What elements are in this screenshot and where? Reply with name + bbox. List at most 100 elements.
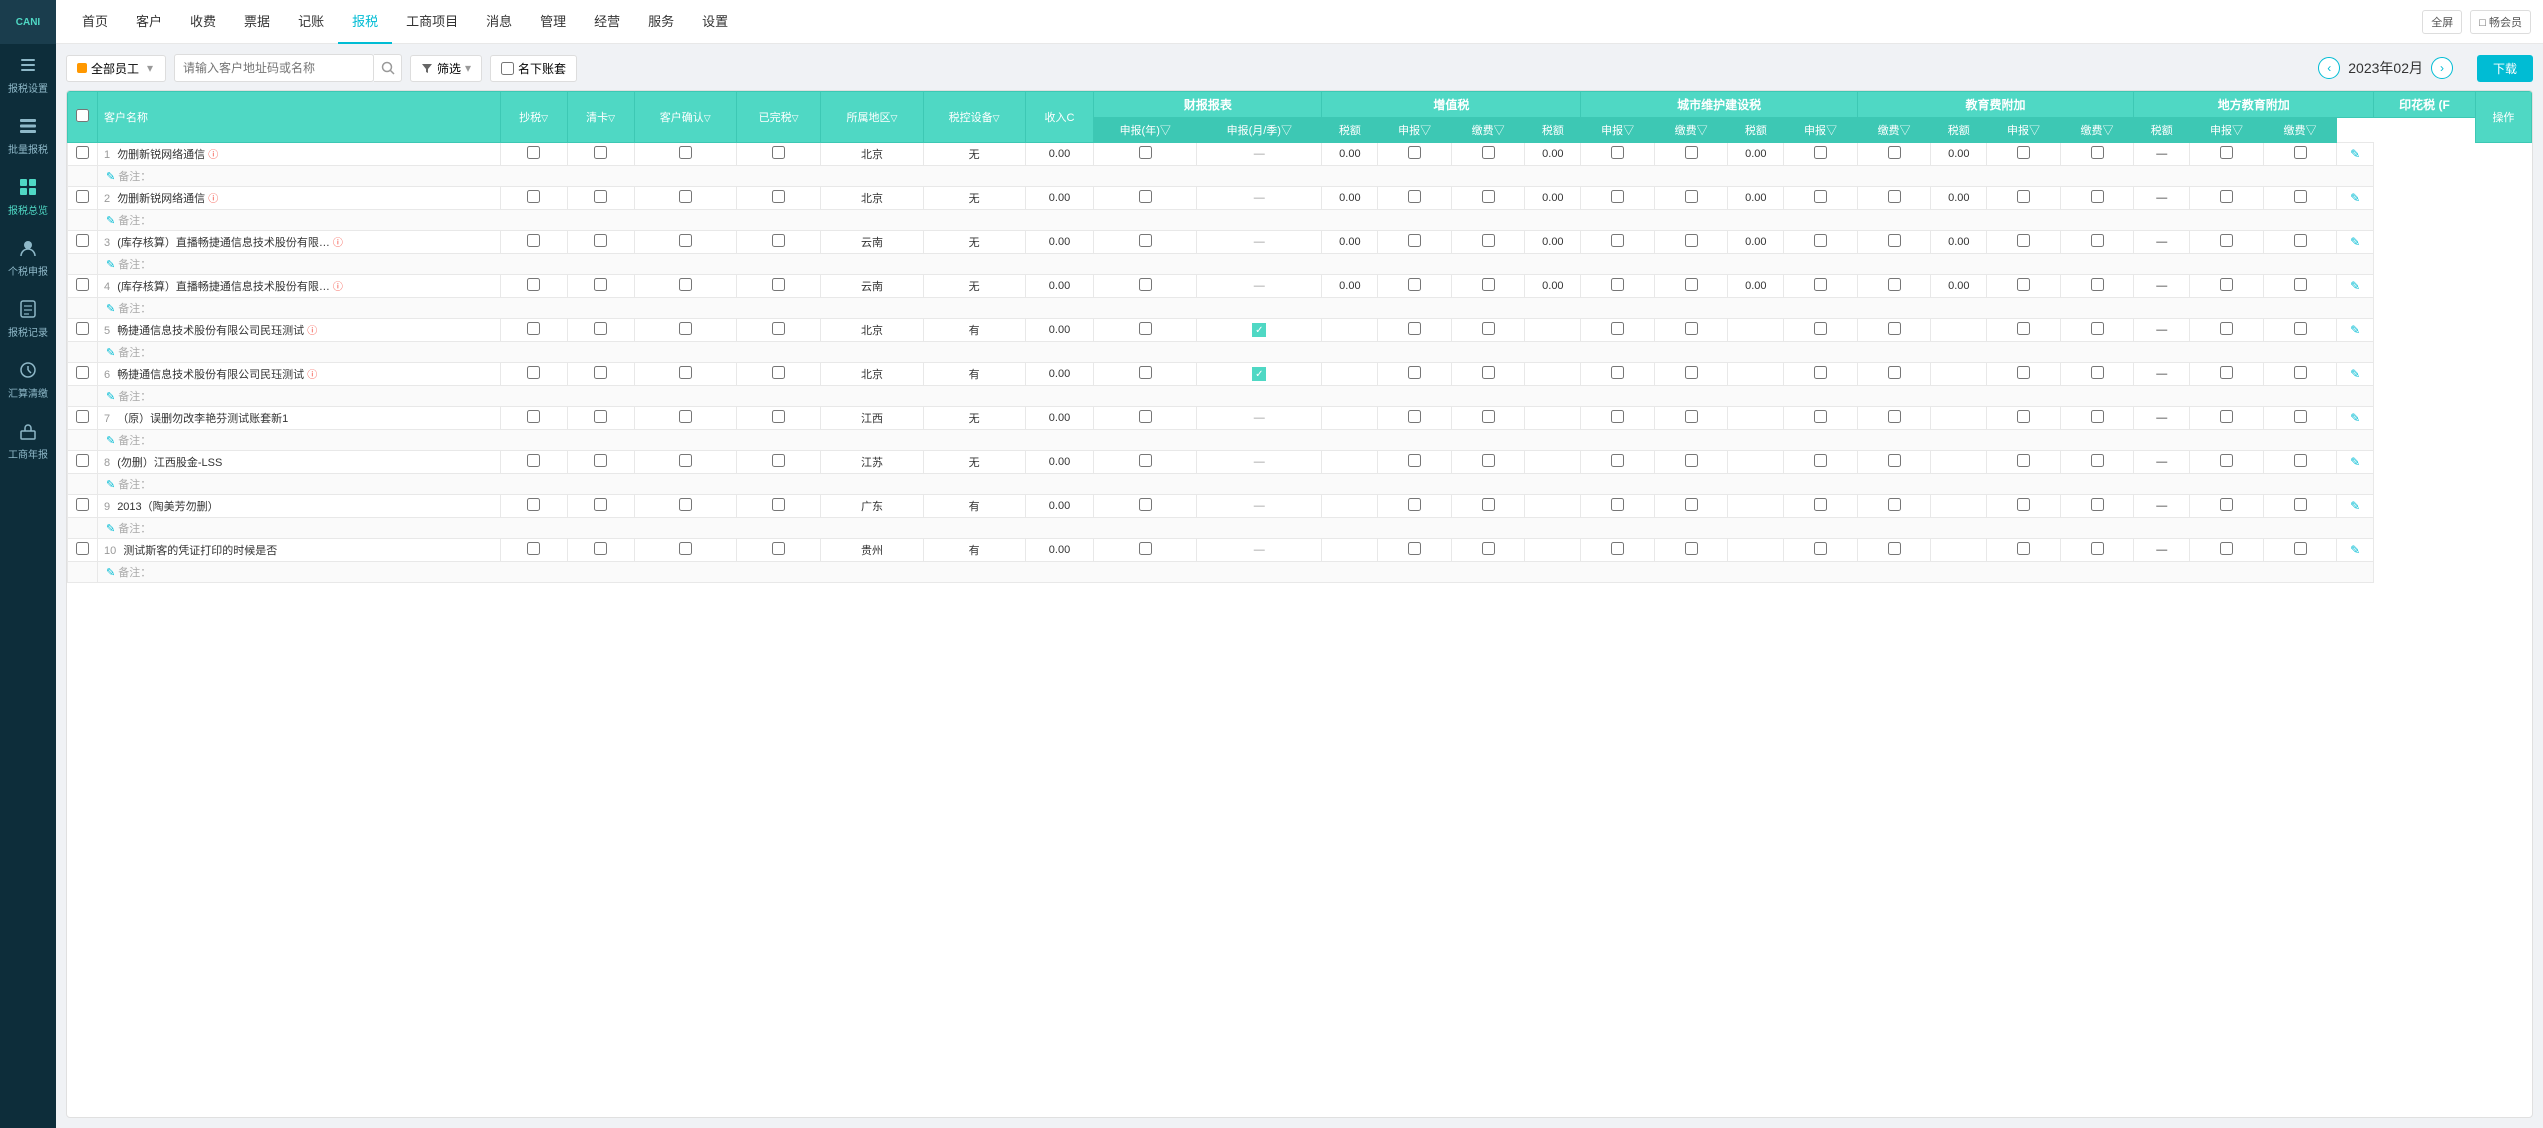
stamp-fee-cell[interactable] [2263,275,2337,298]
city-declare-cell[interactable] [1581,231,1655,254]
edu-fee-cell[interactable] [1857,363,1931,386]
local-fee-cell[interactable] [2060,407,2134,430]
edu-fee-cell[interactable] [1857,275,1931,298]
vat-fee-cell[interactable] [1451,407,1525,430]
row-checkbox[interactable] [68,187,98,210]
nav-ticket[interactable]: 票据 [230,0,284,44]
edu-declare-cell[interactable] [1784,319,1858,342]
edu-fee-cell[interactable] [1857,495,1931,518]
qingka-cell[interactable] [567,275,634,298]
done-cell[interactable] [736,407,821,430]
action-cell[interactable]: ✎ [2337,407,2374,430]
local-declare-cell[interactable] [1987,407,2061,430]
next-month-button[interactable]: › [2431,57,2453,79]
stamp-fee-cell[interactable] [2263,407,2337,430]
row-checkbox[interactable] [68,143,98,166]
vat-declare-cell[interactable] [1378,319,1452,342]
chaoshui-cell[interactable] [500,143,567,166]
nav-customer[interactable]: 客户 [122,0,176,44]
cw-monthly-cell[interactable]: ✓ [1197,319,1322,342]
nav-settings[interactable]: 设置 [688,0,742,44]
vat-fee-cell[interactable] [1451,539,1525,562]
vat-declare-cell[interactable] [1378,451,1452,474]
search-button[interactable] [374,54,402,82]
row-checkbox[interactable] [68,539,98,562]
edu-fee-cell[interactable] [1857,539,1931,562]
cw-monthly-cell[interactable]: — [1197,231,1322,254]
edit-icon[interactable]: ✎ [2350,499,2360,513]
vat-fee-cell[interactable] [1451,495,1525,518]
edit-icon[interactable]: ✎ [2350,147,2360,161]
edu-declare-cell[interactable] [1784,495,1858,518]
vat-declare-cell[interactable] [1378,363,1452,386]
chaoshui-cell[interactable] [500,495,567,518]
row-checkbox[interactable] [68,231,98,254]
done-cell[interactable] [736,451,821,474]
row-checkbox[interactable] [68,495,98,518]
confirm-cell[interactable] [634,407,736,430]
cw-monthly-cell[interactable]: — [1197,495,1322,518]
city-fee-cell[interactable] [1654,407,1728,430]
cw-annual-cell[interactable] [1094,539,1197,562]
qingka-cell[interactable] [567,495,634,518]
row-checkbox[interactable] [68,451,98,474]
cw-monthly-cell[interactable]: — [1197,451,1322,474]
local-fee-cell[interactable] [2060,319,2134,342]
cw-monthly-cell[interactable]: — [1197,539,1322,562]
edit-icon[interactable]: ✎ [2350,455,2360,469]
stamp-fee-cell[interactable] [2263,363,2337,386]
city-fee-cell[interactable] [1654,495,1728,518]
stamp-fee-cell[interactable] [2263,187,2337,210]
city-fee-cell[interactable] [1654,275,1728,298]
cw-annual-cell[interactable] [1094,451,1197,474]
stamp-declare-cell[interactable] [2190,231,2264,254]
local-declare-cell[interactable] [1987,231,2061,254]
city-fee-cell[interactable] [1654,363,1728,386]
row-checkbox[interactable] [68,363,98,386]
done-cell[interactable] [736,275,821,298]
vat-declare-cell[interactable] [1378,539,1452,562]
cw-annual-cell[interactable] [1094,143,1197,166]
done-cell[interactable] [736,231,821,254]
named-list-check[interactable] [501,62,514,75]
city-declare-cell[interactable] [1581,407,1655,430]
chaoshui-cell[interactable] [500,187,567,210]
confirm-cell[interactable] [634,539,736,562]
edu-fee-cell[interactable] [1857,187,1931,210]
stamp-fee-cell[interactable] [2263,231,2337,254]
edu-declare-cell[interactable] [1784,407,1858,430]
vat-declare-cell[interactable] [1378,275,1452,298]
edit-icon[interactable]: ✎ [2350,279,2360,293]
confirm-cell[interactable] [634,319,736,342]
action-cell[interactable]: ✎ [2337,143,2374,166]
edu-declare-cell[interactable] [1784,275,1858,298]
local-fee-cell[interactable] [2060,451,2134,474]
done-cell[interactable] [736,539,821,562]
row-checkbox[interactable] [68,275,98,298]
vat-fee-cell[interactable] [1451,187,1525,210]
vat-declare-cell[interactable] [1378,407,1452,430]
nav-home[interactable]: 首页 [68,0,122,44]
edit-icon[interactable]: ✎ [2350,235,2360,249]
sidebar-item-baoshuijilu[interactable]: 报税记录 [0,288,56,349]
row-checkbox[interactable] [68,407,98,430]
vat-fee-cell[interactable] [1451,319,1525,342]
edu-fee-cell[interactable] [1857,231,1931,254]
qingka-cell[interactable] [567,187,634,210]
local-fee-cell[interactable] [2060,539,2134,562]
edu-fee-cell[interactable] [1857,319,1931,342]
qingka-cell[interactable] [567,363,634,386]
sidebar-item-geshuishenbao[interactable]: 个税申报 [0,227,56,288]
confirm-cell[interactable] [634,451,736,474]
main-table-container[interactable]: 客户名称 抄税▽ 清卡▽ 客户确认▽ 已完税▽ 所属地区▽ 税控设备▽ 收入C … [66,90,2533,1118]
named-list-checkbox[interactable]: 名下账套 [490,55,577,82]
vat-fee-cell[interactable] [1451,363,1525,386]
vat-fee-cell[interactable] [1451,451,1525,474]
nav-fee[interactable]: 收费 [176,0,230,44]
action-cell[interactable]: ✎ [2337,231,2374,254]
stamp-fee-cell[interactable] [2263,319,2337,342]
nav-industrial[interactable]: 工商项目 [392,0,472,44]
city-fee-cell[interactable] [1654,319,1728,342]
stamp-declare-cell[interactable] [2190,539,2264,562]
select-all-checkbox[interactable] [76,109,89,122]
